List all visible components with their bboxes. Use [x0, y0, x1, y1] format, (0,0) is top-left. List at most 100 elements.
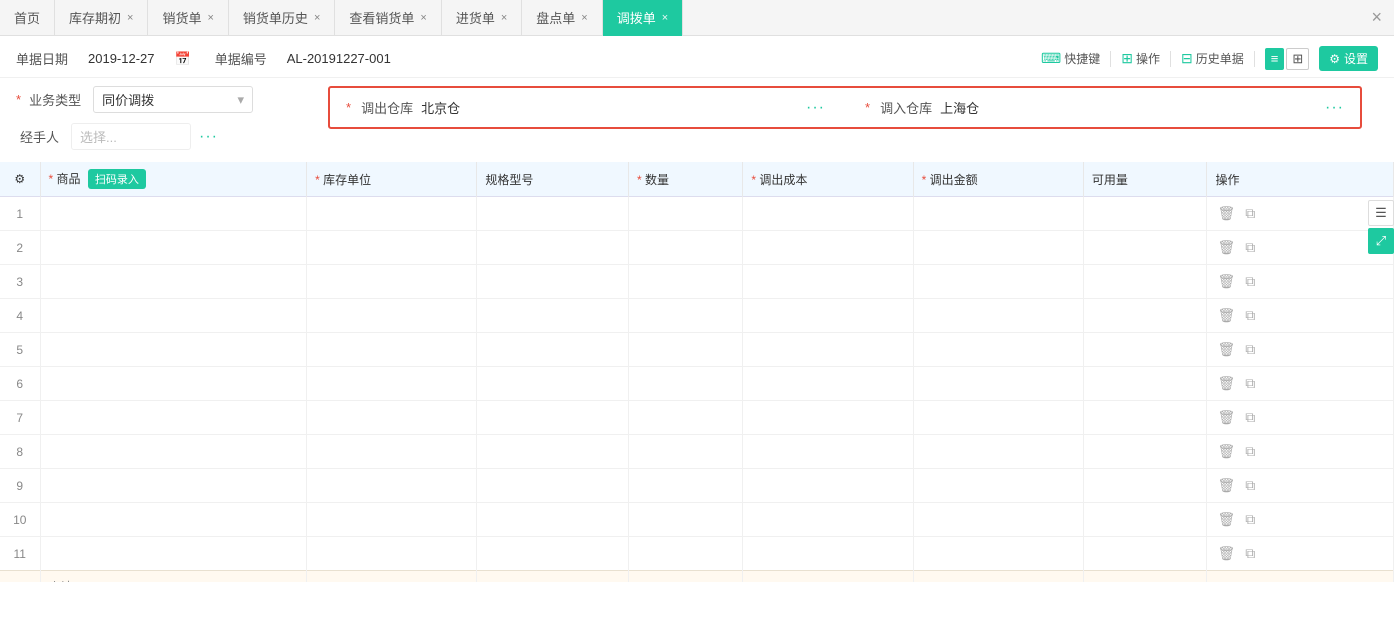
- delete-icon[interactable]: 🗑: [1215, 543, 1237, 564]
- delete-icon[interactable]: 🗑: [1215, 373, 1237, 394]
- row-product[interactable]: [40, 401, 307, 435]
- grid-tile-view-button[interactable]: ⊞: [1286, 48, 1309, 70]
- right-expand-button[interactable]: ⤢: [1368, 228, 1394, 254]
- delete-icon[interactable]: 🗑: [1215, 475, 1237, 496]
- row-amount: [913, 435, 1083, 469]
- tab-home[interactable]: 首页: [0, 0, 55, 36]
- row-product[interactable]: [40, 435, 307, 469]
- tab-inventory-check[interactable]: 盘点单 ×: [522, 0, 602, 36]
- settings-gear-icon: ⚙: [1329, 52, 1340, 66]
- delete-icon[interactable]: 🗑: [1215, 339, 1237, 360]
- tab-transfer[interactable]: 调拨单 ×: [603, 0, 683, 36]
- tab-close-inventory-check[interactable]: ×: [581, 12, 587, 24]
- copy-icon[interactable]: ⧉: [1243, 271, 1257, 292]
- row-product[interactable]: [40, 469, 307, 503]
- warehouse-out-more-button[interactable]: ···: [806, 99, 825, 117]
- tab-close-purchase[interactable]: ×: [501, 12, 507, 24]
- tab-inventory-init[interactable]: 库存期初 ×: [55, 0, 148, 36]
- copy-icon[interactable]: ⧉: [1243, 509, 1257, 530]
- person-placeholder[interactable]: 选择...: [71, 123, 191, 150]
- row-product[interactable]: [40, 299, 307, 333]
- table-row: 8 🗑 ⧉: [0, 435, 1394, 469]
- delete-icon[interactable]: 🗑: [1215, 203, 1237, 224]
- tab-close-sales-history[interactable]: ×: [314, 12, 320, 24]
- row-product[interactable]: [40, 367, 307, 401]
- tab-close-view-sales[interactable]: ×: [420, 12, 426, 24]
- shortcut-action[interactable]: ⌨ 快捷键: [1041, 50, 1100, 67]
- gear-th[interactable]: ⚙: [0, 162, 40, 197]
- tab-purchase[interactable]: 进货单 ×: [442, 0, 522, 36]
- history-action[interactable]: ⊟ 历史单据: [1181, 50, 1244, 67]
- row-num: 5: [0, 333, 40, 367]
- subtotal-amount: 0.00: [913, 571, 1083, 583]
- table-row: 2 🗑 ⧉: [0, 231, 1394, 265]
- row-spec: [477, 469, 629, 503]
- copy-icon[interactable]: ⧉: [1243, 237, 1257, 258]
- row-unit: [307, 197, 477, 231]
- warehouse-out-value: 北京仓: [421, 98, 460, 117]
- copy-icon[interactable]: ⧉: [1243, 441, 1257, 462]
- row-product[interactable]: [40, 231, 307, 265]
- calendar-icon[interactable]: 📅: [175, 51, 191, 67]
- row-product[interactable]: [40, 537, 307, 571]
- date-label: 单据日期: [16, 49, 68, 68]
- row-product[interactable]: [40, 333, 307, 367]
- row-ops: 🗑 ⧉: [1207, 333, 1394, 367]
- delete-icon[interactable]: 🗑: [1215, 305, 1237, 326]
- unit-req-star: *: [315, 173, 320, 187]
- delete-icon[interactable]: 🗑: [1215, 271, 1237, 292]
- person-more-button[interactable]: ···: [199, 128, 218, 146]
- tab-view-sales[interactable]: 查看销货单 ×: [335, 0, 441, 36]
- tab-close-inventory-init[interactable]: ×: [127, 12, 133, 24]
- row-amount: [913, 197, 1083, 231]
- delete-icon[interactable]: 🗑: [1215, 509, 1237, 530]
- copy-icon[interactable]: ⧉: [1243, 373, 1257, 394]
- row-cost: [743, 537, 913, 571]
- biz-type-value: 同价调拨: [102, 90, 154, 109]
- grid-list-view-button[interactable]: ≡: [1265, 48, 1285, 70]
- table-row: 10 🗑 ⧉: [0, 503, 1394, 537]
- tab-close-sales-order[interactable]: ×: [207, 12, 213, 24]
- row-available: [1083, 503, 1207, 537]
- row-num: 10: [0, 503, 40, 537]
- row-unit: [307, 401, 477, 435]
- settings-button[interactable]: ⚙ 设置: [1319, 46, 1378, 71]
- warehouse-in-label: 调入仓库: [880, 98, 932, 117]
- row-ops: 🗑 ⧉: [1207, 367, 1394, 401]
- copy-icon[interactable]: ⧉: [1243, 543, 1257, 564]
- row-num: 9: [0, 469, 40, 503]
- tab-close-transfer[interactable]: ×: [662, 12, 668, 24]
- subtotal-ops: [1207, 571, 1394, 583]
- table-row: 4 🗑 ⧉: [0, 299, 1394, 333]
- row-qty: [629, 197, 743, 231]
- window-close-button[interactable]: ×: [1359, 0, 1394, 36]
- row-unit: [307, 435, 477, 469]
- delete-icon[interactable]: 🗑: [1215, 237, 1237, 258]
- row-qty: [629, 333, 743, 367]
- tab-sales-order[interactable]: 销货单 ×: [148, 0, 228, 36]
- copy-icon[interactable]: ⧉: [1243, 339, 1257, 360]
- scan-button[interactable]: 扫码录入: [88, 169, 146, 189]
- tab-sales-history[interactable]: 销货单历史 ×: [229, 0, 335, 36]
- row-product[interactable]: [40, 265, 307, 299]
- operation-action[interactable]: ⊞ 操作: [1121, 50, 1160, 67]
- delete-icon[interactable]: 🗑: [1215, 407, 1237, 428]
- copy-icon[interactable]: ⧉: [1243, 407, 1257, 428]
- right-list-button[interactable]: ☰: [1368, 200, 1394, 226]
- product-req-star: *: [49, 172, 54, 186]
- row-product[interactable]: [40, 197, 307, 231]
- row-product[interactable]: [40, 503, 307, 537]
- row-spec: [477, 435, 629, 469]
- warehouse-in-req-star: *: [865, 100, 870, 115]
- copy-icon[interactable]: ⧉: [1243, 475, 1257, 496]
- row-qty: [629, 231, 743, 265]
- row-amount: [913, 265, 1083, 299]
- copy-icon[interactable]: ⧉: [1243, 305, 1257, 326]
- delete-icon[interactable]: 🗑: [1215, 441, 1237, 462]
- warehouse-in-more-button[interactable]: ···: [1325, 99, 1344, 117]
- row-available: [1083, 299, 1207, 333]
- subtotal-available: [1083, 571, 1207, 583]
- copy-icon[interactable]: ⧉: [1243, 203, 1257, 224]
- biz-type-select[interactable]: 同价调拨 ▾: [93, 86, 253, 113]
- row-cost: [743, 231, 913, 265]
